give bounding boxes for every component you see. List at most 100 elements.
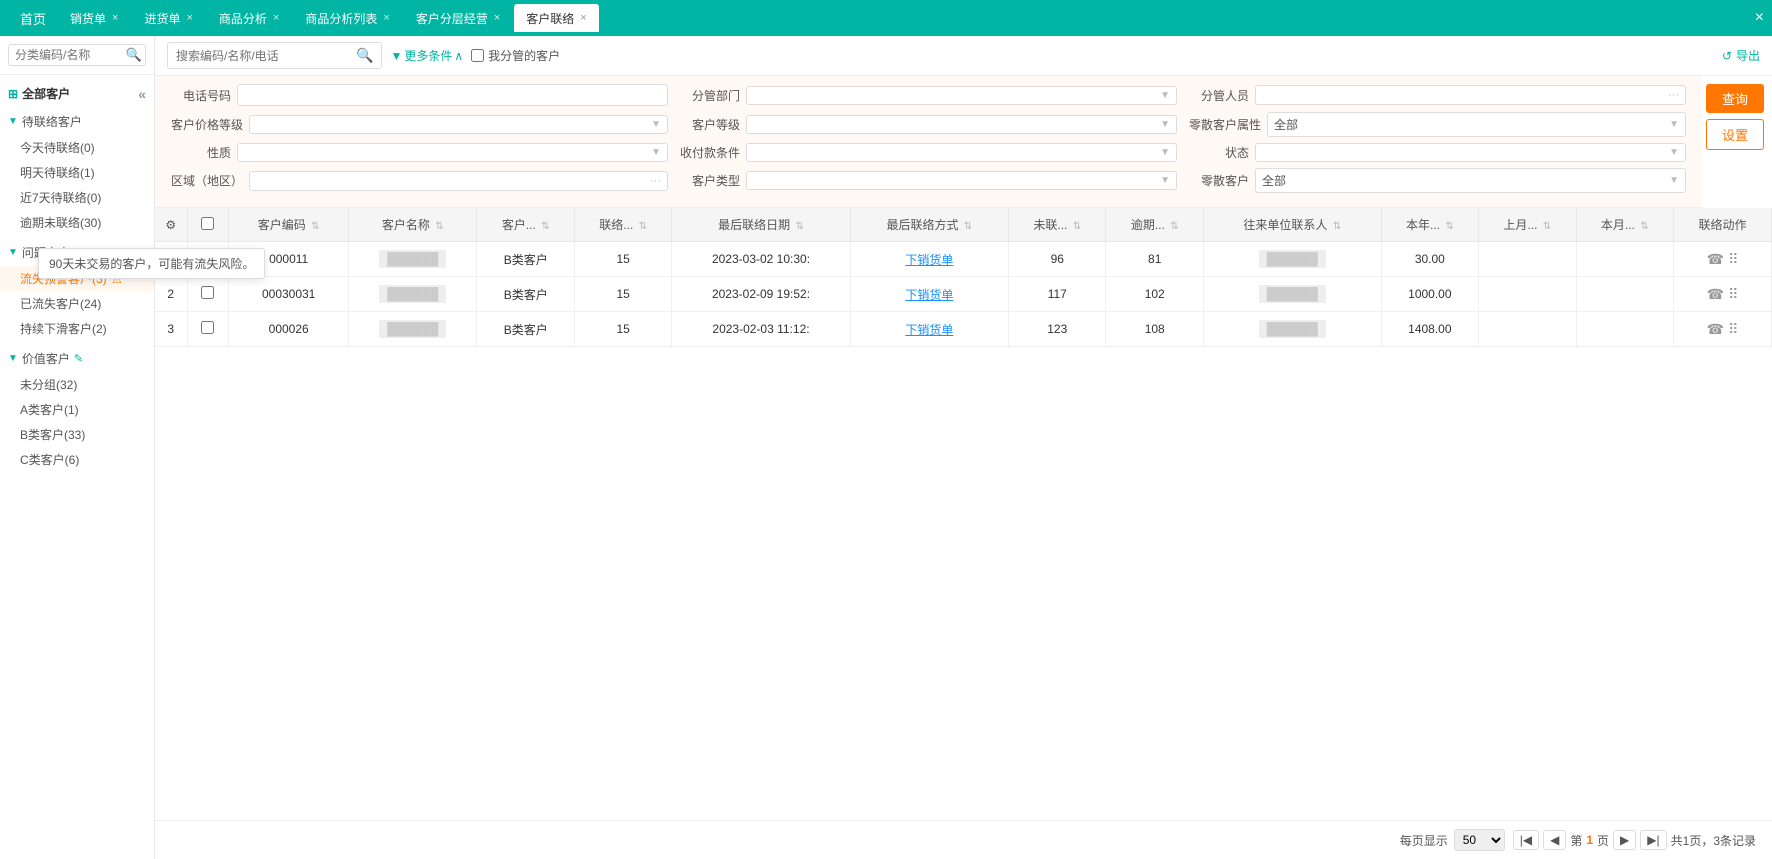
th-thismonth[interactable]: 本月... ⇅: [1576, 208, 1673, 242]
sort-icon-lastdate: ⇅: [795, 221, 803, 232]
th-overdue[interactable]: 逾期... ⇅: [1106, 208, 1203, 242]
th-lastmethod[interactable]: 最后联络方式 ⇅: [850, 208, 1008, 242]
filter-customerlevel-select[interactable]: ▼: [746, 115, 1177, 134]
page-prev-button[interactable]: ◀: [1543, 830, 1566, 850]
contact-action-icon-0[interactable]: ☎: [1707, 251, 1724, 268]
tab-salesorder[interactable]: 销货单 ×: [58, 4, 130, 32]
more-action-icon-0[interactable]: ⠿: [1728, 251, 1738, 268]
page-last-button[interactable]: ▶|: [1640, 830, 1666, 850]
edit-icon[interactable]: ✎: [74, 352, 83, 365]
td-lastmethod: 下销货单: [850, 277, 1008, 312]
filter-scatter-select[interactable]: 全部 ▼: [1255, 168, 1686, 193]
sidebar-group-pending-title[interactable]: ▼ 待联络客户: [0, 108, 154, 135]
filter-payment-select[interactable]: ▼: [746, 143, 1177, 162]
sidebar-item-overdue[interactable]: 逾期未联络(30): [0, 210, 154, 235]
th-gear[interactable]: ⚙: [155, 208, 187, 242]
row-checkbox-2[interactable]: [201, 321, 214, 334]
more-action-icon-1[interactable]: ⠿: [1728, 286, 1738, 303]
th-thisyear[interactable]: 本年... ⇅: [1381, 208, 1478, 242]
tab-customercontact[interactable]: 客户联络 ×: [514, 4, 598, 32]
filter-manager-select[interactable]: ···: [1255, 85, 1686, 105]
export-button[interactable]: ↺ 导出: [1722, 47, 1760, 64]
filter-region-label: 区域（地区）: [171, 172, 243, 189]
th-contact[interactable]: 联络... ⇅: [574, 208, 671, 242]
sidebar-item-today[interactable]: 今天待联络(0): [0, 135, 154, 160]
sort-icon-nocontact: ⇅: [1073, 221, 1081, 232]
dots-icon-manager[interactable]: ···: [1668, 89, 1679, 101]
query-button[interactable]: 查询: [1706, 84, 1764, 113]
footer: 每页显示 50 100 200 |◀ ◀ 第 1 页 ▶ ▶| 共1页，3条记录: [155, 820, 1772, 859]
tab-customerlayer[interactable]: 客户分层经营 ×: [404, 4, 512, 32]
contact-action-icon-2[interactable]: ☎: [1707, 321, 1724, 338]
filter-phone-input[interactable]: [237, 84, 668, 106]
search-button[interactable]: 🔍: [348, 43, 381, 68]
select-all-checkbox[interactable]: [201, 217, 214, 230]
sidebar-item-aclass[interactable]: A类客户(1): [0, 397, 154, 422]
more-action-icon-2[interactable]: ⠿: [1728, 321, 1738, 338]
last-method-link-0[interactable]: 下销货单: [905, 253, 953, 267]
tab-purchaseorder[interactable]: 进货单 ×: [132, 4, 204, 32]
per-page-select[interactable]: 50 100 200: [1454, 829, 1505, 851]
filter-nature-select[interactable]: ▼: [237, 143, 668, 162]
th-lastdate[interactable]: 最后联络日期 ⇅: [672, 208, 850, 242]
td-num: 3: [155, 312, 187, 347]
tab-close-productanalysis[interactable]: ×: [273, 12, 279, 24]
filter-pricelevel: 客户价格等级 ▼: [171, 115, 668, 134]
sidebar-item-cclass[interactable]: C类客户(6): [0, 447, 154, 472]
my-customer-checkbox[interactable]: [471, 49, 484, 62]
tab-close-customerlayer[interactable]: ×: [494, 12, 500, 24]
sidebar-item-churned[interactable]: 已流失客户(24): [0, 291, 154, 316]
collapse-icon[interactable]: «: [138, 86, 146, 102]
filter-region-select[interactable]: ···: [249, 171, 668, 191]
tab-productanalysislist[interactable]: 商品分析列表 ×: [293, 4, 401, 32]
search-input[interactable]: [168, 45, 348, 67]
row-checkbox-1[interactable]: [201, 286, 214, 299]
sidebar-item-7days[interactable]: 近7天待联络(0): [0, 185, 154, 210]
filter-dept-select[interactable]: ▼: [746, 86, 1177, 105]
filter-status-select[interactable]: ▼: [1255, 143, 1686, 162]
tab-close-customercontact[interactable]: ×: [580, 12, 586, 24]
last-method-link-2[interactable]: 下销货单: [905, 323, 953, 337]
top-nav: 首页 销货单 × 进货单 × 商品分析 × 商品分析列表 × 客户分层经营 × …: [0, 0, 1772, 36]
page-next-button[interactable]: ▶: [1613, 830, 1636, 850]
sidebar-item-declining[interactable]: 持续下滑客户(2): [0, 316, 154, 341]
th-name[interactable]: 客户名称 ⇅: [349, 208, 477, 242]
sort-icon-thisyear: ⇅: [1445, 221, 1453, 232]
table-body: 1 000011 ██████ B类客户 15 2023-03-02 10:30…: [155, 242, 1772, 347]
filter-pricelevel-select[interactable]: ▼: [249, 115, 668, 134]
tab-productanalysis[interactable]: 商品分析 ×: [207, 4, 291, 32]
th-type[interactable]: 客户... ⇅: [477, 208, 574, 242]
td-thismonth: [1576, 312, 1673, 347]
sidebar-item-ungroup[interactable]: 未分组(32): [0, 372, 154, 397]
chevron-down-icon-7: ▼: [1669, 147, 1679, 158]
chevron-down-icon: ▼: [1160, 90, 1170, 101]
tab-close-salesorder[interactable]: ×: [112, 12, 118, 24]
sidebar-item-tomorrow[interactable]: 明天待联络(1): [0, 160, 154, 185]
close-all-button[interactable]: ×: [1755, 9, 1764, 27]
td-overdue: 108: [1106, 312, 1203, 347]
td-overdue: 81: [1106, 242, 1203, 277]
my-customer-checkbox-wrap[interactable]: 我分管的客户: [471, 47, 560, 64]
sidebar-root[interactable]: ⊞ 全部客户 «: [0, 79, 154, 108]
tab-close-productanalysislist[interactable]: ×: [383, 12, 389, 24]
contact-action-icon-1[interactable]: ☎: [1707, 286, 1724, 303]
last-method-link-1[interactable]: 下销货单: [905, 288, 953, 302]
sidebar-item-bclass[interactable]: B类客户(33): [0, 422, 154, 447]
filter-customerlevel: 客户等级 ▼: [680, 115, 1177, 134]
filter-customertype-select[interactable]: ▼: [746, 171, 1177, 190]
th-code[interactable]: 客户编码 ⇅: [229, 208, 349, 242]
page-first-button[interactable]: |◀: [1513, 830, 1539, 850]
page-unit-label: 页: [1597, 832, 1609, 849]
th-nocontact[interactable]: 未联... ⇅: [1009, 208, 1106, 242]
th-contactperson[interactable]: 往来单位联系人 ⇅: [1203, 208, 1381, 242]
th-lastmonth[interactable]: 上月... ⇅: [1479, 208, 1576, 242]
td-nocontact: 96: [1009, 242, 1106, 277]
filter-scatterattr-select[interactable]: 全部 ▼: [1267, 112, 1686, 137]
filter-customertype: 客户类型 ▼: [680, 171, 1177, 190]
more-conditions-button[interactable]: ▼ 更多条件 ∧: [390, 47, 463, 64]
tab-close-purchaseorder[interactable]: ×: [186, 12, 192, 24]
settings-button[interactable]: 设置: [1706, 119, 1764, 150]
sidebar-group-value-title[interactable]: ▼ 价值客户 ✎: [0, 345, 154, 372]
dots-icon-region[interactable]: ···: [650, 175, 661, 187]
tab-home[interactable]: 首页: [8, 9, 58, 28]
